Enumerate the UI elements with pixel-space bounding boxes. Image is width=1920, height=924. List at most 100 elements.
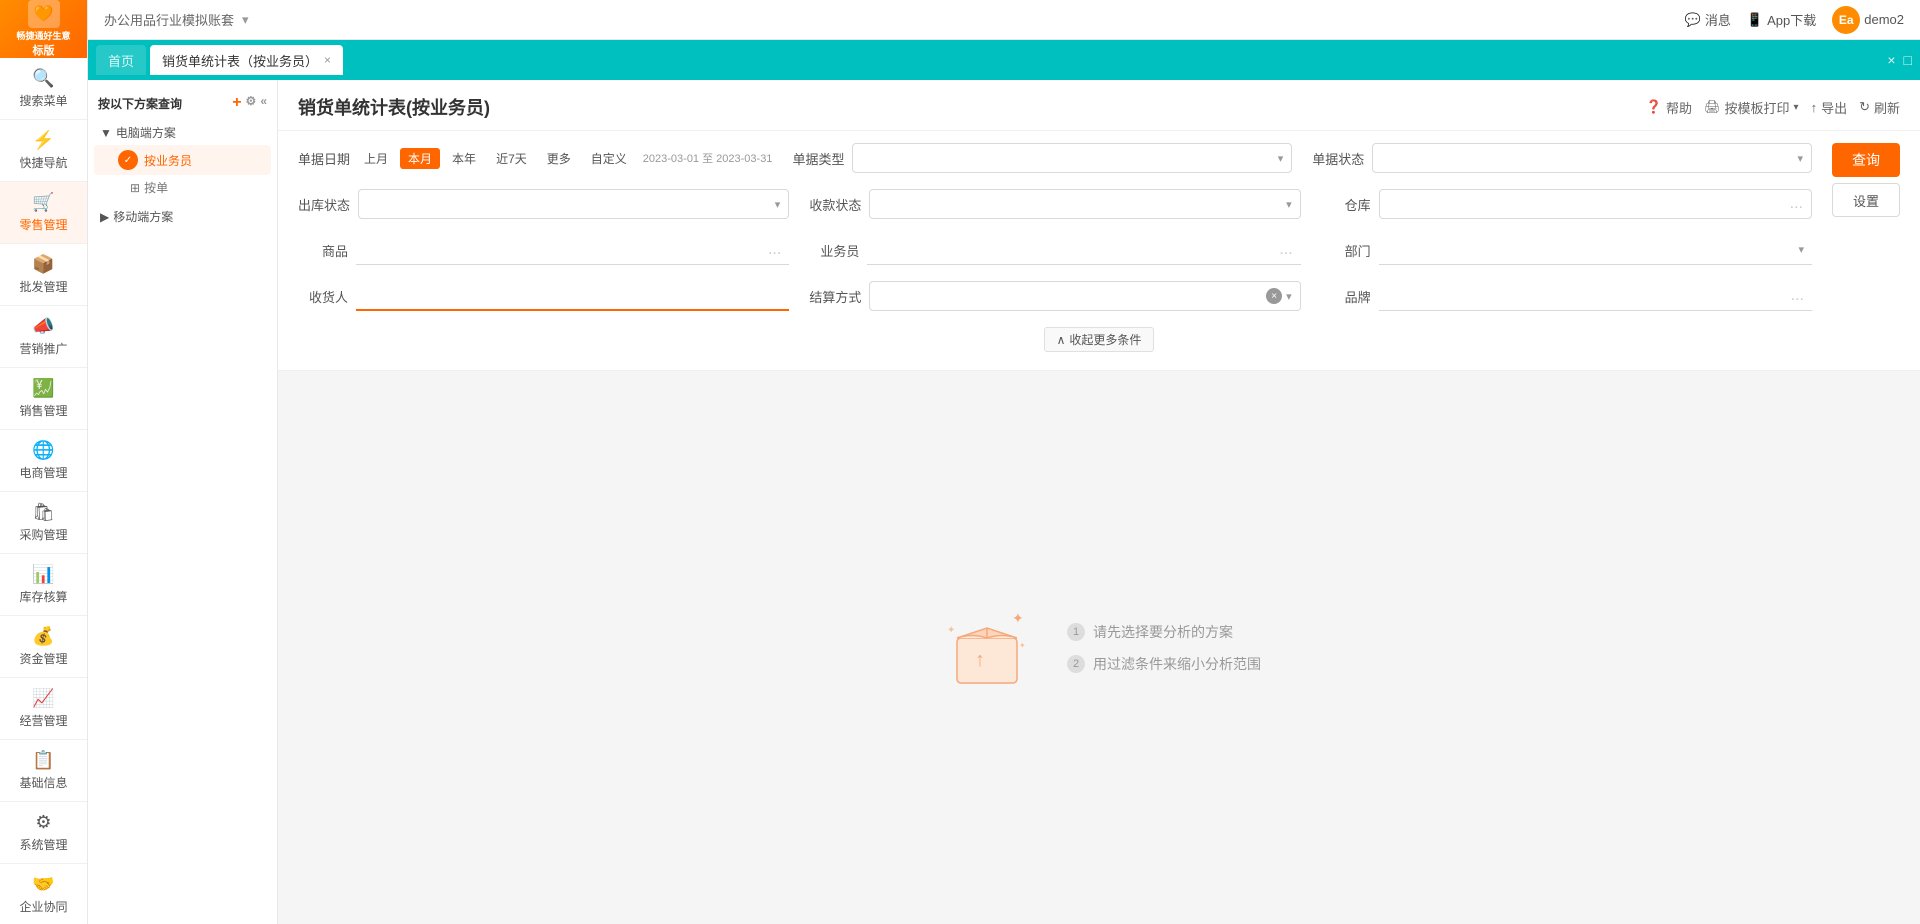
- doc-status-field: 单据状态 ▾: [1312, 143, 1812, 173]
- salesperson-field: 业务员 ...: [809, 235, 1300, 265]
- sidebar-item-collab[interactable]: 🤝 企业协同: [0, 864, 87, 924]
- brand-input[interactable]: ...: [1379, 281, 1812, 311]
- doc-type-input[interactable]: ▾: [852, 143, 1292, 173]
- date-btn-more[interactable]: 更多: [539, 148, 579, 169]
- doc-status-input[interactable]: ▾: [1372, 143, 1812, 173]
- receiver-label: 收货人: [298, 287, 348, 306]
- page-title: 销货单统计表(按业务员): [298, 94, 490, 120]
- goods-label: 商品: [298, 241, 348, 260]
- doc-type-field: 单据类型 ▾: [792, 143, 1292, 173]
- sidebar-item-wholesale[interactable]: 📦 批发管理: [0, 244, 87, 306]
- collapse-arrow-icon: ∧: [1057, 333, 1066, 347]
- print-btn[interactable]: 🖨 按模板打印 ▾: [1704, 98, 1799, 117]
- collapse-btn[interactable]: ∧ 收起更多条件: [1044, 327, 1155, 352]
- left-panel-actions: + ⚙ «: [232, 94, 267, 112]
- tree-item-salesperson-label: 按业务员: [144, 152, 192, 169]
- date-btn-custom[interactable]: 自定义: [583, 148, 635, 169]
- collab-icon: 🤝: [32, 874, 54, 895]
- sidebar-item-sales[interactable]: 💹 销售管理: [0, 368, 87, 430]
- breadcrumb-text: 办公用品行业模拟账套: [104, 10, 234, 29]
- page-title-bar: 销货单统计表(按业务员) ❓ 帮助 🖨 按模板打印 ▾ ↑ 导出: [278, 80, 1920, 131]
- date-btn-prev-month[interactable]: 上月: [356, 148, 396, 169]
- top-bar: 办公用品行业模拟账套 ▾ 💬 消息 📱 App下载 Ea demo2: [88, 0, 1920, 40]
- settlement-input[interactable]: × ▾: [869, 281, 1300, 311]
- settlement-arrow: ▾: [1286, 290, 1292, 303]
- system-icon: ⚙: [35, 812, 51, 833]
- mobile-group-arrow: ▶: [100, 210, 109, 224]
- query-button[interactable]: 查询: [1832, 143, 1900, 177]
- tab-close-btn[interactable]: ×: [324, 53, 331, 67]
- avatar: Ea: [1832, 6, 1860, 34]
- refresh-icon: ↻: [1859, 99, 1870, 115]
- department-input[interactable]: ▾: [1379, 235, 1812, 265]
- mobile-group-header[interactable]: ▶ 移动端方案: [94, 204, 271, 229]
- department-label: 部门: [1321, 241, 1371, 260]
- tree-section: ▼ 电脑端方案 ✓ 按业务员 ⊞ 按单 ▶ 移动端方案: [88, 120, 277, 229]
- sidebar-item-inventory[interactable]: 📊 库存核算: [0, 554, 87, 616]
- message-btn[interactable]: 💬 消息: [1685, 10, 1731, 29]
- tab-sales-report[interactable]: 销货单统计表（按业务员） ×: [150, 45, 343, 75]
- out-status-input[interactable]: ▾: [358, 189, 789, 219]
- inventory-icon: 📊: [32, 564, 54, 585]
- sidebar: 🧡 畅捷通好生意 标版 🔍 搜索菜单 ⚡ 快捷导航 🛒 零售管理 📦 批发管理 …: [0, 0, 88, 924]
- collapse-btn-label: 收起更多条件: [1069, 331, 1141, 348]
- maximize-btn[interactable]: □: [1904, 52, 1912, 68]
- tree-group-mobile: ▶ 移动端方案: [94, 204, 271, 229]
- warehouse-input[interactable]: ...: [1379, 189, 1812, 219]
- tree-item-order-label: 按单: [144, 179, 168, 196]
- mobile-group-label: 移动端方案: [113, 208, 173, 225]
- receiver-input[interactable]: [356, 281, 789, 311]
- date-btn-7days[interactable]: 近7天: [488, 148, 535, 169]
- tab-bar-actions: × □: [1887, 52, 1912, 68]
- sidebar-item-basic[interactable]: 📋 基础信息: [0, 740, 87, 802]
- doc-type-arrow: ▾: [1278, 152, 1284, 165]
- date-label: 单据日期: [298, 149, 350, 168]
- sidebar-item-retail[interactable]: 🛒 零售管理: [0, 182, 87, 244]
- pc-group-header[interactable]: ▼ 电脑端方案: [94, 120, 271, 145]
- add-scheme-btn[interactable]: +: [232, 94, 241, 112]
- tree-item-salesperson[interactable]: ✓ 按业务员: [94, 145, 271, 175]
- order-icon: ⊞: [130, 181, 140, 195]
- tab-home[interactable]: 首页: [96, 45, 146, 75]
- goods-input[interactable]: ...: [356, 235, 789, 265]
- sidebar-item-purchase[interactable]: 🛍 采购管理: [0, 492, 87, 554]
- close-window-btn[interactable]: ×: [1887, 52, 1895, 68]
- salesperson-input[interactable]: ...: [867, 235, 1300, 265]
- sidebar-item-operations[interactable]: 📈 经营管理: [0, 678, 87, 740]
- empty-state: ✦ ✦ ✦ ↑ 1 请先选择要分析的方案 2 用过滤条件来缩小分析范围: [278, 371, 1920, 924]
- sidebar-shortcut[interactable]: ⚡ 快捷导航: [0, 120, 87, 182]
- shortcut-icon: ⚡: [32, 130, 54, 151]
- breadcrumb-arrow[interactable]: ▾: [242, 12, 249, 28]
- date-btn-year[interactable]: 本年: [444, 148, 484, 169]
- settlement-clear-btn[interactable]: ×: [1266, 288, 1282, 304]
- doc-type-label: 单据类型: [792, 149, 844, 168]
- export-btn[interactable]: ↑ 导出: [1811, 98, 1848, 117]
- collapse-bar: ∧ 收起更多条件: [298, 321, 1900, 358]
- payment-status-input[interactable]: ▾: [869, 189, 1300, 219]
- user-menu[interactable]: Ea demo2: [1832, 6, 1904, 34]
- help-btn[interactable]: ❓ 帮助: [1646, 98, 1692, 117]
- sidebar-item-ecommerce[interactable]: 🌐 电商管理: [0, 430, 87, 492]
- left-panel-title: 按以下方案查询: [98, 95, 182, 112]
- filter-row-2: 出库状态 ▾ 收款状态 ▾: [298, 189, 1812, 219]
- tree-item-order[interactable]: ⊞ 按单: [94, 175, 271, 200]
- help-icon: ❓: [1646, 99, 1662, 115]
- selected-indicator: ✓: [118, 150, 138, 170]
- scheme-settings-btn[interactable]: ⚙: [246, 94, 257, 112]
- refresh-btn[interactable]: ↻ 刷新: [1859, 98, 1900, 117]
- app-download-btn[interactable]: 📱 App下载: [1747, 10, 1816, 29]
- message-icon: 💬: [1685, 12, 1701, 28]
- goods-field: 商品 ...: [298, 235, 789, 265]
- page-body: 按以下方案查询 + ⚙ « ▼ 电脑端方案 ✓ 按业务员: [88, 80, 1920, 924]
- collapse-panel-btn[interactable]: «: [260, 94, 267, 112]
- sidebar-item-finance[interactable]: 💰 资金管理: [0, 616, 87, 678]
- setting-button[interactable]: 设置: [1832, 183, 1900, 217]
- print-icon: 🖨: [1704, 99, 1721, 115]
- sidebar-item-marketing[interactable]: 📣 营销推广: [0, 306, 87, 368]
- date-btn-cur-month[interactable]: 本月: [400, 148, 440, 169]
- sidebar-item-system[interactable]: ⚙ 系统管理: [0, 802, 87, 864]
- sidebar-search[interactable]: 🔍 搜索菜单: [0, 58, 87, 120]
- logo-subtitle: 标版: [33, 42, 55, 58]
- date-field: 单据日期 上月 本月 本年 近7天 更多 自定义 2023-03-01 至 20…: [298, 148, 772, 169]
- sales-icon: 💹: [32, 378, 54, 399]
